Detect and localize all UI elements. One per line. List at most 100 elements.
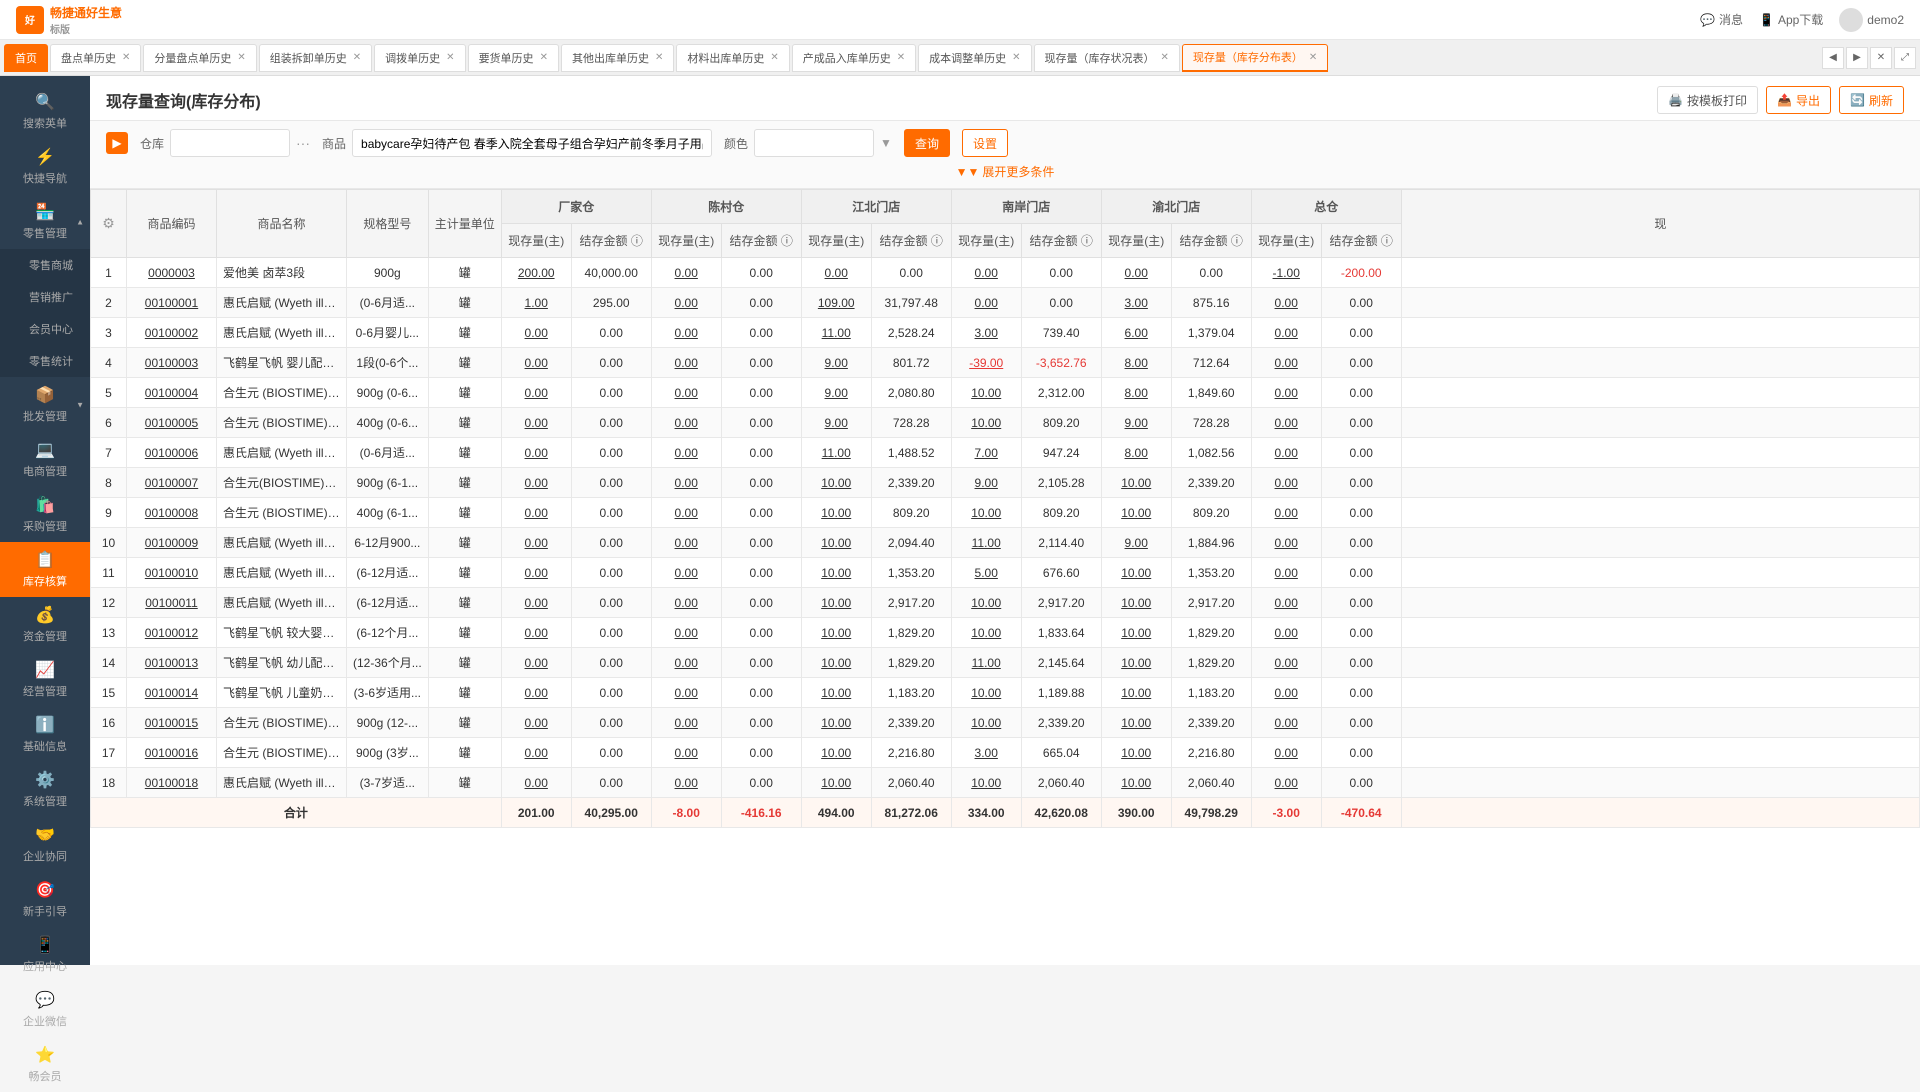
- close-icon[interactable]: ✕: [540, 52, 548, 63]
- row-jb-stock[interactable]: 9.00: [801, 348, 871, 378]
- row-yb-stock[interactable]: 10.00: [1101, 738, 1171, 768]
- app-download-btn[interactable]: 📱 App下载: [1759, 11, 1823, 28]
- goods-input[interactable]: [352, 129, 712, 157]
- row-tt-stock[interactable]: 0.00: [1251, 588, 1321, 618]
- close-icon[interactable]: ✕: [237, 52, 245, 63]
- row-cf-stock[interactable]: 0.00: [501, 528, 571, 558]
- row-yb-stock[interactable]: 8.00: [1101, 438, 1171, 468]
- row-code[interactable]: 00100006: [127, 438, 217, 468]
- row-jb-stock[interactable]: 10.00: [801, 648, 871, 678]
- refresh-btn[interactable]: 🔄 刷新: [1839, 86, 1904, 114]
- row-cf-stock[interactable]: 200.00: [501, 258, 571, 288]
- tab-xiancun-fenbu[interactable]: 现存量（库存分布表） ✕: [1182, 44, 1328, 72]
- row-na-stock[interactable]: 10.00: [951, 708, 1021, 738]
- row-tt-stock[interactable]: 0.00: [1251, 678, 1321, 708]
- row-cc-stock[interactable]: 0.00: [651, 618, 721, 648]
- row-jb-stock[interactable]: 109.00: [801, 288, 871, 318]
- row-cc-stock[interactable]: 0.00: [651, 588, 721, 618]
- row-code[interactable]: 00100003: [127, 348, 217, 378]
- row-cf-stock[interactable]: 0.00: [501, 738, 571, 768]
- row-cc-stock[interactable]: 0.00: [651, 468, 721, 498]
- row-cf-stock[interactable]: 0.00: [501, 768, 571, 798]
- row-cc-stock[interactable]: 0.00: [651, 558, 721, 588]
- row-yb-stock[interactable]: 0.00: [1101, 258, 1171, 288]
- row-cc-stock[interactable]: 0.00: [651, 498, 721, 528]
- color-input[interactable]: [754, 129, 874, 157]
- row-cc-stock[interactable]: 0.00: [651, 708, 721, 738]
- row-tt-stock[interactable]: 0.00: [1251, 318, 1321, 348]
- row-cf-stock[interactable]: 0.00: [501, 408, 571, 438]
- tab-fenpandian[interactable]: 分量盘点单历史 ✕: [143, 44, 256, 72]
- expand-conditions-btn[interactable]: ▼▼ 展开更多条件: [956, 163, 1055, 180]
- row-cf-stock[interactable]: 0.00: [501, 678, 571, 708]
- row-na-stock[interactable]: 5.00: [951, 558, 1021, 588]
- row-jb-stock[interactable]: 10.00: [801, 708, 871, 738]
- close-icon[interactable]: ✕: [1309, 52, 1317, 63]
- print-btn[interactable]: 🖨️ 按模板打印: [1657, 86, 1758, 114]
- row-na-stock[interactable]: 10.00: [951, 768, 1021, 798]
- row-cf-stock[interactable]: 0.00: [501, 588, 571, 618]
- row-code[interactable]: 00100008: [127, 498, 217, 528]
- row-tt-stock[interactable]: 0.00: [1251, 378, 1321, 408]
- row-cc-stock[interactable]: 0.00: [651, 738, 721, 768]
- tab-expand-btn[interactable]: ⤢: [1894, 47, 1916, 69]
- row-code[interactable]: 00100018: [127, 768, 217, 798]
- row-tt-stock[interactable]: 0.00: [1251, 288, 1321, 318]
- row-cf-stock[interactable]: 0.00: [501, 438, 571, 468]
- row-cc-stock[interactable]: 0.00: [651, 528, 721, 558]
- tab-xiancun-kuang[interactable]: 现存量（库存状况表） ✕: [1034, 44, 1180, 72]
- warehouse-input[interactable]: [170, 129, 290, 157]
- row-tt-stock[interactable]: 0.00: [1251, 618, 1321, 648]
- row-tt-stock[interactable]: 0.00: [1251, 768, 1321, 798]
- tab-chengben[interactable]: 成本调整单历史 ✕: [918, 44, 1031, 72]
- sidebar-item-ecommerce[interactable]: 💻 电商管理: [0, 432, 90, 487]
- row-cc-stock[interactable]: 0.00: [651, 288, 721, 318]
- row-na-stock[interactable]: 10.00: [951, 498, 1021, 528]
- row-yb-stock[interactable]: 10.00: [1101, 768, 1171, 798]
- row-jb-stock[interactable]: 11.00: [801, 438, 871, 468]
- row-jb-stock[interactable]: 10.00: [801, 738, 871, 768]
- row-na-stock[interactable]: 10.00: [951, 378, 1021, 408]
- tab-chancheng[interactable]: 产成品入库单历史 ✕: [792, 44, 916, 72]
- sidebar-item-retail-stats[interactable]: 零售统计: [0, 345, 90, 377]
- row-yb-stock[interactable]: 8.00: [1101, 378, 1171, 408]
- sidebar-item-search[interactable]: 🔍 搜索英单: [0, 84, 90, 139]
- row-yb-stock[interactable]: 10.00: [1101, 468, 1171, 498]
- row-yb-stock[interactable]: 6.00: [1101, 318, 1171, 348]
- row-cc-stock[interactable]: 0.00: [651, 408, 721, 438]
- row-code[interactable]: 00100010: [127, 558, 217, 588]
- row-jb-stock[interactable]: 0.00: [801, 258, 871, 288]
- tab-diaopo[interactable]: 调拨单历史 ✕: [374, 44, 465, 72]
- row-cc-stock[interactable]: 0.00: [651, 438, 721, 468]
- close-icon[interactable]: ✕: [122, 52, 130, 63]
- close-icon[interactable]: ✕: [1012, 52, 1020, 63]
- sidebar-item-inventory[interactable]: 📋 库存核算: [0, 542, 90, 597]
- row-tt-stock[interactable]: 0.00: [1251, 498, 1321, 528]
- row-jb-stock[interactable]: 10.00: [801, 528, 871, 558]
- row-tt-stock[interactable]: 0.00: [1251, 438, 1321, 468]
- row-code[interactable]: 00100007: [127, 468, 217, 498]
- close-icon[interactable]: ✕: [446, 52, 454, 63]
- row-code[interactable]: 0000003: [127, 258, 217, 288]
- sidebar-item-basic[interactable]: ℹ️ 基础信息: [0, 707, 90, 762]
- close-icon[interactable]: ✕: [897, 52, 905, 63]
- sidebar-item-nav[interactable]: ⚡ 快捷导航: [0, 139, 90, 194]
- row-yb-stock[interactable]: 10.00: [1101, 618, 1171, 648]
- row-yb-stock[interactable]: 3.00: [1101, 288, 1171, 318]
- row-code[interactable]: 00100015: [127, 708, 217, 738]
- close-icon[interactable]: ✕: [770, 52, 778, 63]
- sidebar-item-member2[interactable]: ⭐ 畅会员: [0, 1037, 90, 1092]
- row-jb-stock[interactable]: 10.00: [801, 558, 871, 588]
- row-cc-stock[interactable]: 0.00: [651, 678, 721, 708]
- row-jb-stock[interactable]: 9.00: [801, 378, 871, 408]
- row-code[interactable]: 00100012: [127, 618, 217, 648]
- sidebar-item-purchase[interactable]: 🛍️ 采购管理: [0, 487, 90, 542]
- row-tt-stock[interactable]: 0.00: [1251, 468, 1321, 498]
- tab-close-btn[interactable]: ✕: [1870, 47, 1892, 69]
- tab-zuzhuan[interactable]: 组装拆卸单历史 ✕: [259, 44, 372, 72]
- row-code[interactable]: 00100009: [127, 528, 217, 558]
- row-code[interactable]: 00100005: [127, 408, 217, 438]
- sidebar-item-retail[interactable]: 🏪 零售管理: [0, 194, 90, 249]
- tab-qitachu[interactable]: 其他出库单历史 ✕: [561, 44, 674, 72]
- row-yb-stock[interactable]: 9.00: [1101, 408, 1171, 438]
